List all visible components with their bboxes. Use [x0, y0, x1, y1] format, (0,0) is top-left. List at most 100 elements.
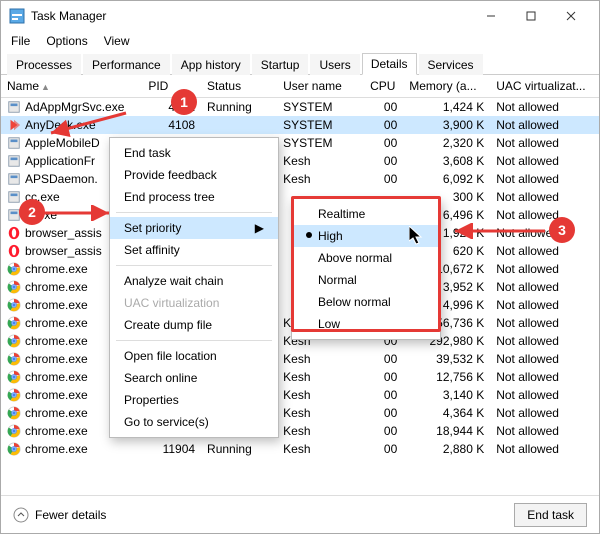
process-icon [7, 226, 21, 240]
cell-uac: Not allowed [490, 440, 599, 458]
task-manager-window: Task Manager File Options View Processes… [0, 0, 600, 534]
cell-pid: 11904 [142, 440, 201, 458]
menu-item[interactable]: Go to service(s) [110, 411, 278, 433]
cell-status [201, 116, 277, 134]
submenu-item[interactable]: Above normal [292, 247, 440, 269]
menubar: File Options View [1, 31, 599, 51]
close-button[interactable] [551, 1, 591, 31]
menu-item[interactable]: Search online [110, 367, 278, 389]
col-mem[interactable]: Memory (a... [403, 75, 490, 98]
tab-performance[interactable]: Performance [83, 54, 170, 75]
cell-uac: Not allowed [490, 278, 599, 296]
cell-user: SYSTEM [277, 98, 364, 116]
menu-item: UAC virtualization [110, 292, 278, 314]
cell-uac: Not allowed [490, 422, 599, 440]
cell-uac: Not allowed [490, 170, 599, 188]
col-uac[interactable]: UAC virtualizat... [490, 75, 599, 98]
window-title: Task Manager [31, 9, 106, 23]
cell-mem: 3,608 K [403, 152, 490, 170]
cell-pid: 4452 [142, 98, 201, 116]
cell-user: Kesh [277, 170, 364, 188]
table-row[interactable]: ApplicationFrKesh003,608 KNot allowed [1, 152, 599, 170]
table-row[interactable]: chrome.exe11904RunningKesh002,880 KNot a… [1, 440, 599, 458]
process-icon [7, 316, 21, 330]
cell-user: Kesh [277, 404, 364, 422]
table-row[interactable]: APSDaemon.Kesh006,092 KNot allowed [1, 170, 599, 188]
cell-uac: Not allowed [490, 404, 599, 422]
table-row[interactable]: AnyDesk.exe4108SYSTEM003,900 KNot allowe… [1, 116, 599, 134]
menu-options[interactable]: Options [46, 34, 87, 48]
end-task-button[interactable]: End task [514, 503, 587, 527]
fewer-details-toggle[interactable]: Fewer details [13, 507, 106, 523]
table-row[interactable]: chrome.exe3032RunningKesh0018,944 KNot a… [1, 422, 599, 440]
table-row[interactable]: chrome.exe7532RunningKesh004,364 KNot al… [1, 404, 599, 422]
col-status[interactable]: Status [201, 75, 277, 98]
process-icon [7, 298, 21, 312]
process-icon [7, 352, 21, 366]
submenu-item[interactable]: Normal [292, 269, 440, 291]
cell-cpu: 00 [364, 152, 403, 170]
menu-item[interactable]: Analyze wait chain [110, 270, 278, 292]
tab-processes[interactable]: Processes [7, 54, 81, 75]
cell-user: Kesh [277, 152, 364, 170]
submenu-item[interactable]: Low [292, 313, 440, 335]
column-headers[interactable]: Name▲ PID Status User name CPU Memory (a… [1, 75, 599, 98]
col-user[interactable]: User name [277, 75, 364, 98]
process-icon [7, 370, 21, 384]
menu-file[interactable]: File [11, 34, 30, 48]
menu-view[interactable]: View [104, 34, 130, 48]
cell-uac: Not allowed [490, 260, 599, 278]
cell-uac: Not allowed [490, 116, 599, 134]
submenu-item[interactable]: Below normal [292, 291, 440, 313]
menu-item[interactable]: Set affinity [110, 239, 278, 261]
titlebar: Task Manager [1, 1, 599, 31]
cell-mem: 3,140 K [403, 386, 490, 404]
maximize-button[interactable] [511, 1, 551, 31]
process-icon [7, 136, 21, 150]
menu-separator [116, 212, 272, 213]
minimize-button[interactable] [471, 1, 511, 31]
cell-status: Running [201, 98, 277, 116]
col-pid[interactable]: PID [142, 75, 201, 98]
table-row[interactable]: AdAppMgrSvc.exe4452RunningSYSTEM001,424 … [1, 98, 599, 116]
menu-item[interactable]: End task [110, 142, 278, 164]
cell-uac: Not allowed [490, 386, 599, 404]
menu-item[interactable]: Open file location [110, 345, 278, 367]
menu-item[interactable]: Create dump file [110, 314, 278, 336]
menu-item[interactable]: Provide feedback [110, 164, 278, 186]
tab-app-history[interactable]: App history [172, 54, 250, 75]
col-cpu[interactable]: CPU [364, 75, 403, 98]
process-icon [7, 100, 21, 114]
tab-details[interactable]: Details [362, 53, 417, 75]
process-icon [7, 262, 21, 276]
process-icon [7, 388, 21, 402]
submenu-item[interactable]: High [292, 225, 440, 247]
process-icon [7, 190, 21, 204]
menu-item[interactable]: Set priority▶ [110, 217, 278, 239]
menu-item[interactable]: End process tree [110, 186, 278, 208]
cell-uac: Not allowed [490, 296, 599, 314]
cell-mem: 39,532 K [403, 350, 490, 368]
cell-cpu: 00 [364, 440, 403, 458]
context-menu[interactable]: End taskProvide feedbackEnd process tree… [109, 137, 279, 438]
table-row[interactable]: AppleMobileDSYSTEM002,320 KNot allowed [1, 134, 599, 152]
table-row[interactable]: chrome.exe2960RunningKesh0012,756 KNot a… [1, 368, 599, 386]
tab-startup[interactable]: Startup [252, 54, 309, 75]
priority-submenu[interactable]: RealtimeHighAbove normalNormalBelow norm… [291, 198, 441, 340]
footer: Fewer details End task [1, 495, 599, 533]
cell-uac: Not allowed [490, 206, 599, 224]
tab-users[interactable]: Users [310, 54, 359, 75]
table-row[interactable]: chrome.exe2652RunningKesh003,140 KNot al… [1, 386, 599, 404]
bullet-icon [306, 232, 312, 238]
tab-services[interactable]: Services [419, 54, 483, 75]
cell-uac: Not allowed [490, 134, 599, 152]
menu-item[interactable]: Properties [110, 389, 278, 411]
cell-name: AnyDesk.exe [1, 116, 142, 134]
cell-mem: 2,880 K [403, 440, 490, 458]
cell-cpu: 00 [364, 422, 403, 440]
cell-mem: 4,364 K [403, 404, 490, 422]
col-name[interactable]: Name▲ [1, 75, 142, 98]
submenu-item[interactable]: Realtime [292, 203, 440, 225]
cell-name: AdAppMgrSvc.exe [1, 98, 142, 116]
table-row[interactable]: chrome.exeKesh0039,532 KNot allowed [1, 350, 599, 368]
